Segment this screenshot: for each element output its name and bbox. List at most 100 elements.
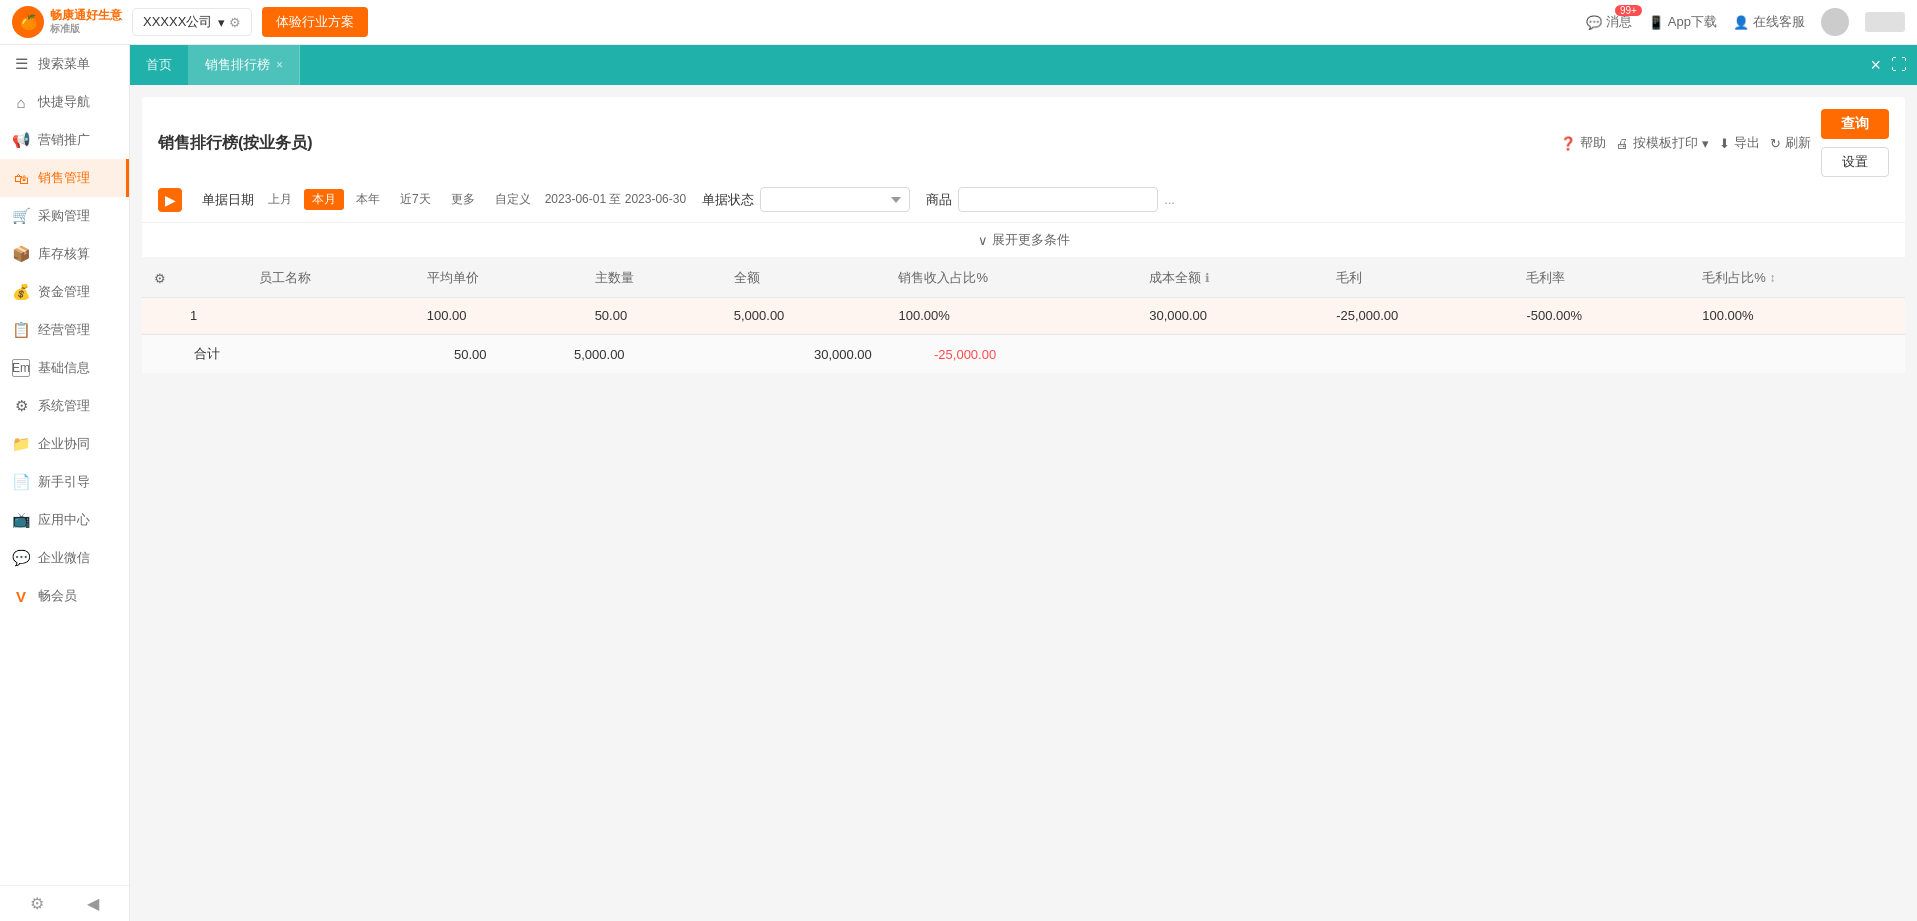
sidebar-item-sales[interactable]: 🛍 销售管理 [0,159,129,197]
tab-fullscreen-icon[interactable]: ⛶ [1891,56,1907,74]
expand-more-btn[interactable]: ∨ 展开更多条件 [142,222,1905,257]
sidebar-label-member: 畅会员 [38,587,77,605]
sidebar-settings-icon[interactable]: ⚙ [30,894,44,913]
filter-status: 单据状态 [702,187,910,212]
tab-close-all-icon[interactable]: × [1870,55,1881,76]
refresh-icon: ↻ [1770,136,1781,151]
th-settings: ⚙ [142,259,178,298]
tab-close-icon[interactable]: × [276,58,283,72]
app-download-btn[interactable]: 📱 App下载 [1648,13,1717,31]
date-more[interactable]: 更多 [443,189,483,210]
logo-text: 畅康通好生意 [50,8,122,22]
sidebar-label-marketing: 营销推广 [38,131,90,149]
settings-btn[interactable]: 设置 [1821,147,1889,177]
online-service-label: 在线客服 [1753,13,1805,31]
online-service-btn[interactable]: 👤 在线客服 [1733,13,1805,31]
query-settings-group: 查询 设置 [1821,109,1889,177]
sales-icon: 🛍 [12,169,30,187]
status-select[interactable] [760,187,910,212]
member-icon: V [12,587,30,605]
sidebar-item-newbie-guide[interactable]: 📄 新手引导 [0,463,129,501]
col-settings-icon[interactable]: ⚙ [154,271,166,286]
page-title: 销售排行榜(按业务员) [158,133,313,154]
purchase-icon: 🛒 [12,207,30,225]
print-btn[interactable]: 🖨 按模板打印 ▾ [1616,134,1709,152]
print-label: 按模板打印 [1633,134,1698,152]
footer-amount: 5,000.00 [574,347,694,362]
help-label: 帮助 [1580,134,1606,152]
tab-home[interactable]: 首页 [130,45,189,85]
th-quantity: 主数量 [583,259,722,298]
marketing-icon: 📢 [12,131,30,149]
company-name: XXXXX公司 [143,13,214,31]
date-custom[interactable]: 自定义 [487,189,539,210]
sidebar-item-finance[interactable]: 💰 资金管理 [0,273,129,311]
date-tabs: 上月 本月 本年 近7天 更多 自定义 [260,189,539,210]
company-settings-icon[interactable]: ⚙ [229,15,241,30]
finance-icon: 💰 [12,283,30,301]
company-selector[interactable]: XXXXX公司 ▾ ⚙ [132,8,252,36]
sidebar-item-inventory[interactable]: 📦 库存核算 [0,235,129,273]
content-area: 首页 销售排行榜 × × ⛶ 销售排行榜(按业务员) [130,45,1917,921]
th-gross-pct: 毛利占比% ↕ [1690,259,1905,298]
sidebar-item-quick-nav[interactable]: ⌂ 快捷导航 [0,83,129,121]
sidebar-label-system: 系统管理 [38,397,90,415]
sidebar-label-sales: 销售管理 [38,169,90,187]
sidebar-item-marketing[interactable]: 📢 营销推广 [0,121,129,159]
industry-btn[interactable]: 体验行业方案 [262,7,368,37]
goods-more-icon[interactable]: ... [1164,192,1175,207]
td-cost: 30,000.00 [1137,298,1324,334]
footer-gross: -25,000.00 [934,347,1054,362]
sidebar-item-app-center[interactable]: 📺 应用中心 [0,501,129,539]
table-row: 1 100.00 50.00 5,000.00 100.00% 30,000.0… [142,298,1905,334]
top-right: 💬 消息 99+ 📱 App下载 👤 在线客服 [1586,8,1905,36]
th-sales-pct: 销售收入占比% [886,259,1137,298]
sidebar-item-member[interactable]: V 畅会员 [0,577,129,615]
table-header-row: ⚙ 员工名称 平均单价 主数量 全额 销售收入占比% 成本全额 ℹ [142,259,1905,298]
enterprise-collab-icon: 📁 [12,435,30,453]
date-current-year[interactable]: 本年 [348,189,388,210]
query-btn[interactable]: 查询 [1821,109,1889,139]
table-body: 1 100.00 50.00 5,000.00 100.00% 30,000.0… [142,298,1905,334]
export-btn[interactable]: ⬇ 导出 [1719,134,1760,152]
page-header: 销售排行榜(按业务员) ❓ 帮助 🖨 按模板打印 ▾ ⬇ [142,97,1905,177]
sidebar-label-purchase: 采购管理 [38,207,90,225]
th-cost: 成本全额 ℹ [1137,259,1324,298]
main-content: 销售排行榜(按业务员) ❓ 帮助 🖨 按模板打印 ▾ ⬇ [130,85,1917,921]
filter-expand-toggle[interactable]: ▶ [158,188,182,212]
sidebar-item-basic-info[interactable]: Em 基础信息 [0,349,129,387]
sidebar-item-purchase[interactable]: 🛒 采购管理 [0,197,129,235]
table-footer: 合计 50.00 5,000.00 30,000.00 -25,000.00 [142,334,1905,373]
filter-date: 单据日期 上月 本月 本年 近7天 更多 自定义 2023-06-01 至 20… [202,189,686,210]
sidebar-item-enterprise-wechat[interactable]: 💬 企业微信 [0,539,129,577]
sidebar-collapse-icon[interactable]: ◀ [87,894,99,913]
td-quantity: 50.00 [583,298,722,334]
td-rank: 1 [178,298,247,334]
sidebar-item-search-order[interactable]: ☰ 搜索菜单 [0,45,129,83]
print-icon: 🖨 [1616,136,1629,151]
refresh-btn[interactable]: ↻ 刷新 [1770,134,1811,152]
goods-input[interactable] [958,187,1158,212]
tab-sales-ranking[interactable]: 销售排行榜 × [189,45,300,85]
sidebar: ☰ 搜索菜单 ⌂ 快捷导航 📢 营销推广 🛍 销售管理 🛒 采购管理 📦 库 [0,45,130,921]
date-current-month[interactable]: 本月 [304,189,344,210]
sidebar-label-search-order: 搜索菜单 [38,55,90,73]
help-icon: ❓ [1560,136,1576,151]
system-icon: ⚙ [12,397,30,415]
cost-info-icon[interactable]: ℹ [1205,271,1210,285]
sidebar-label-finance: 资金管理 [38,283,90,301]
avatar[interactable] [1821,8,1849,36]
date-7days[interactable]: 近7天 [392,189,439,210]
footer-label: 合计 [154,345,334,363]
sidebar-label-quick-nav: 快捷导航 [38,93,90,111]
sidebar-item-system[interactable]: ⚙ 系统管理 [0,387,129,425]
gross-pct-icon[interactable]: ↕ [1769,271,1775,285]
date-label: 单据日期 [202,191,254,209]
date-prev-month[interactable]: 上月 [260,189,300,210]
sidebar-item-enterprise-collab[interactable]: 📁 企业协同 [0,425,129,463]
export-label: 导出 [1734,134,1760,152]
sidebar-item-operations[interactable]: 📋 经营管理 [0,311,129,349]
date-range: 2023-06-01 至 2023-06-30 [545,191,686,208]
help-btn[interactable]: ❓ 帮助 [1560,134,1606,152]
message-btn[interactable]: 💬 消息 99+ [1586,13,1632,31]
